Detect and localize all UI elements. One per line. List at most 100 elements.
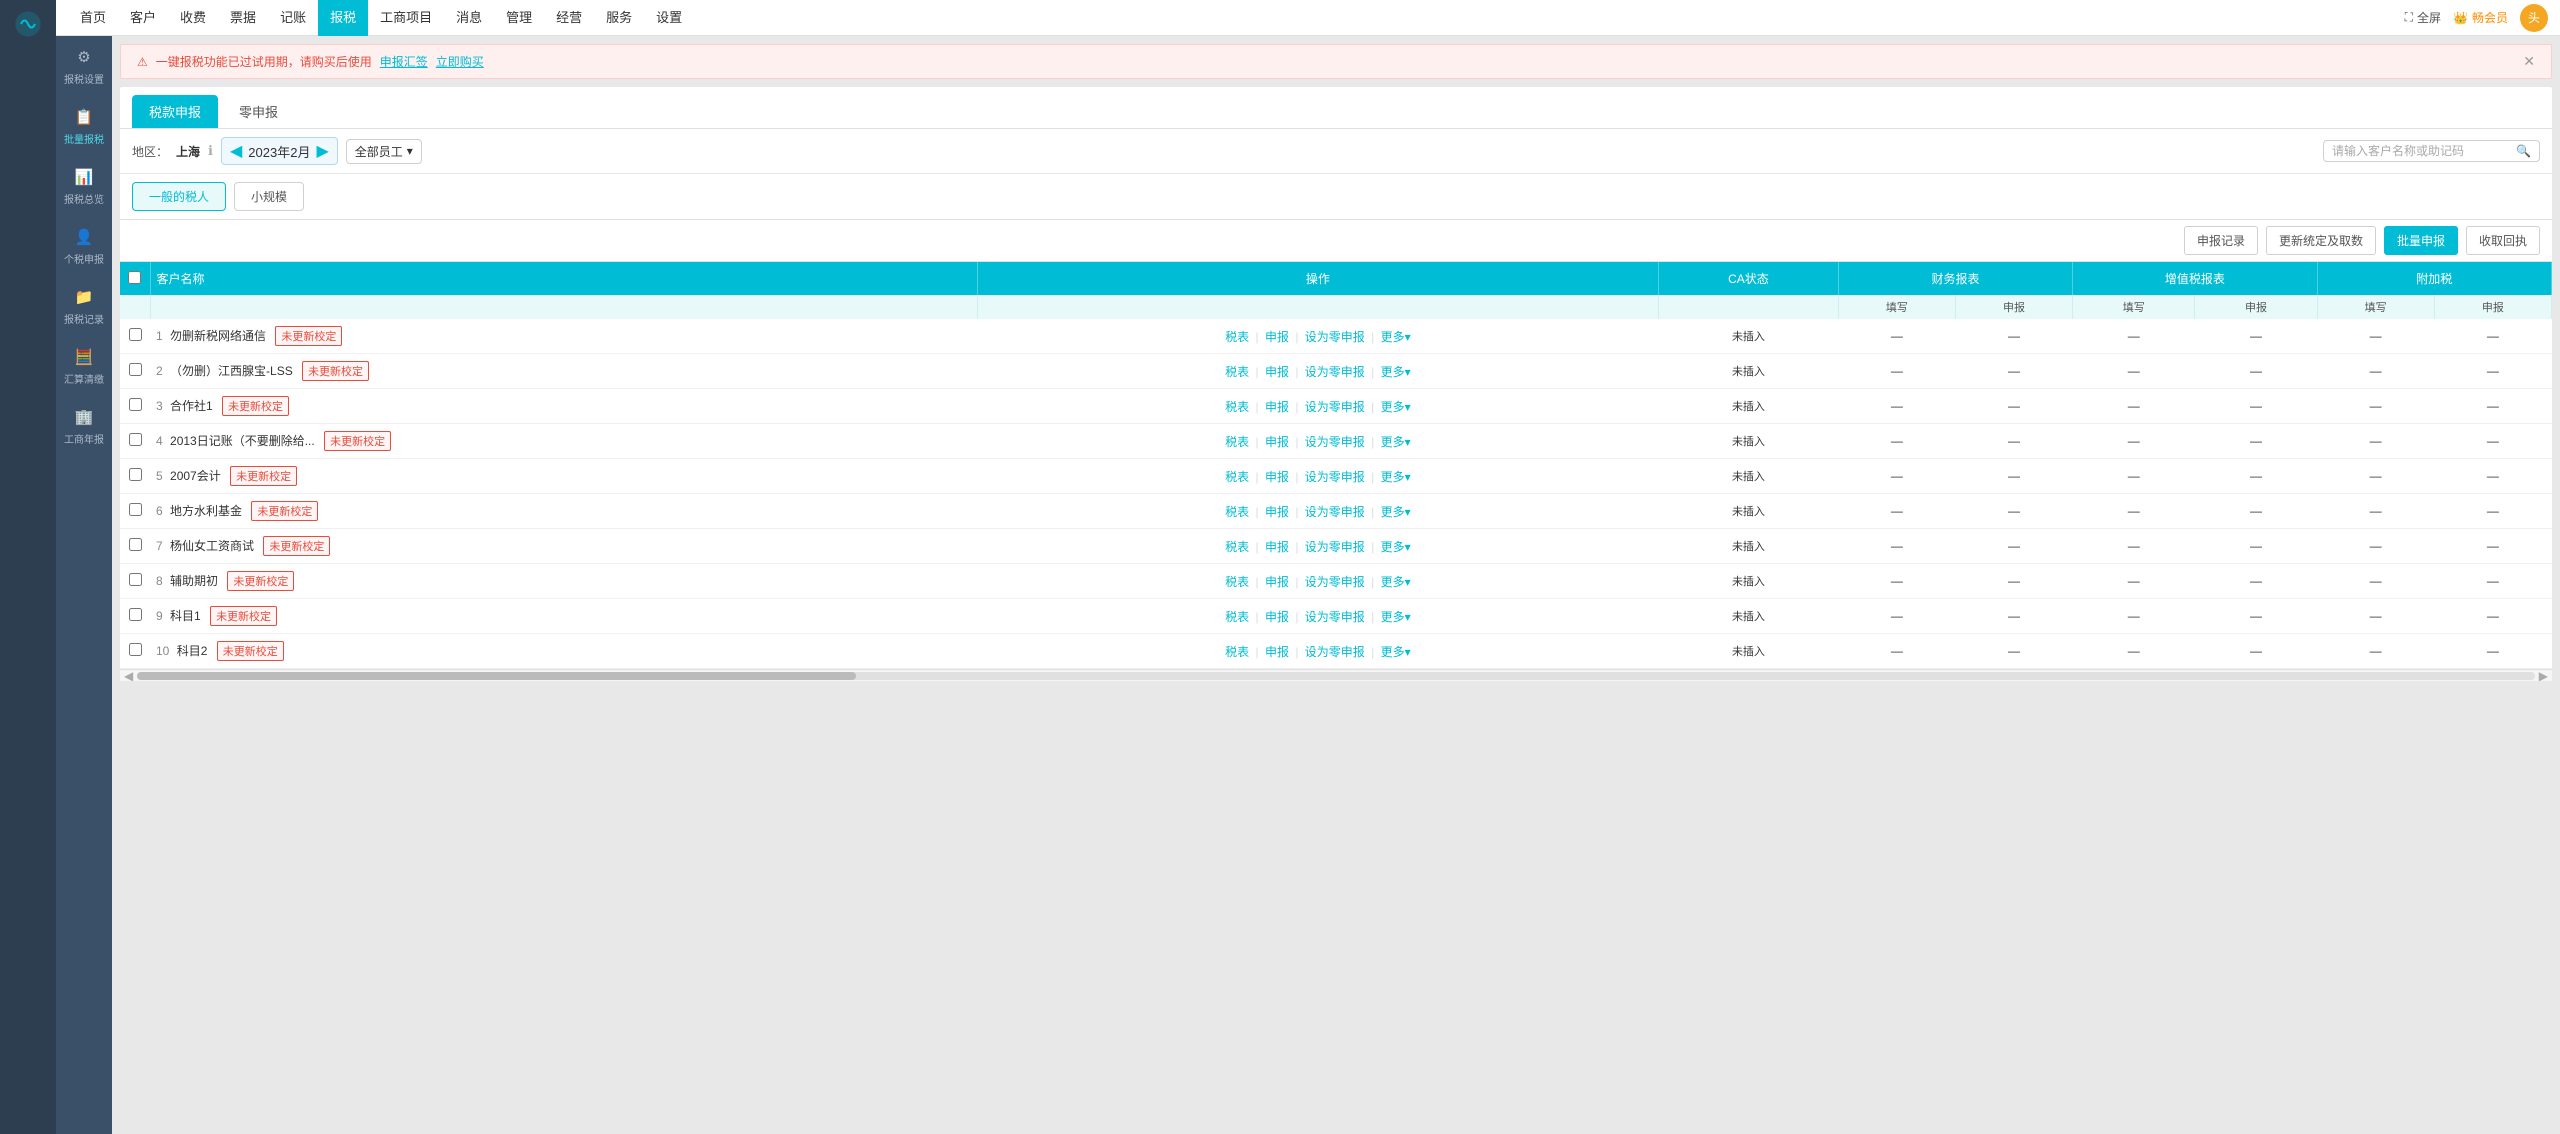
row-op-more-4[interactable]: 更多▾	[1378, 470, 1414, 484]
row-checkbox-8[interactable]	[129, 608, 142, 621]
second-sidebar-settlement[interactable]: 🧮 汇算清缴	[56, 336, 112, 396]
row-op-zero-6[interactable]: 设为零申报	[1302, 540, 1368, 554]
row-op-declare-2[interactable]: 申报	[1262, 400, 1292, 414]
nav-settings[interactable]: 设置	[644, 0, 694, 36]
row-op-declare-0[interactable]: 申报	[1262, 330, 1292, 344]
nav-manage[interactable]: 管理	[494, 0, 544, 36]
row-checkbox-2[interactable]	[129, 398, 142, 411]
nav-tax[interactable]: 报税	[318, 0, 368, 36]
row-op-more-6[interactable]: 更多▾	[1378, 540, 1414, 554]
row-op-declare-5[interactable]: 申报	[1262, 505, 1292, 519]
nav-message[interactable]: 消息	[444, 0, 494, 36]
nav-home[interactable]: 首页	[68, 0, 118, 36]
row-status-2: 未更新校定	[222, 396, 289, 416]
row-checkbox-6[interactable]	[129, 538, 142, 551]
row-checkbox-4[interactable]	[129, 468, 142, 481]
row-op-tax-1[interactable]: 税表	[1222, 365, 1252, 379]
nav-billing[interactable]: 收费	[168, 0, 218, 36]
controls-row: 地区： 上海 ℹ ◀ 2023年2月 ▶ 全部员工 ▾ 🔍	[120, 129, 2552, 174]
banner-close-button[interactable]: ✕	[2523, 53, 2535, 70]
row-checkbox-1[interactable]	[129, 363, 142, 376]
row-fin-fill-2: —	[1838, 389, 1955, 424]
retrieve-receipt-button[interactable]: 收取回执	[2466, 226, 2540, 255]
second-sidebar-batch-tax[interactable]: 📋 批量报税	[56, 96, 112, 156]
user-avatar[interactable]: 头	[2520, 4, 2548, 32]
fullscreen-btn[interactable]: ⛶ 全屏	[2405, 9, 2441, 26]
staff-select[interactable]: 全部员工 ▾	[346, 139, 422, 164]
type-tab-small[interactable]: 小规模	[234, 182, 304, 211]
nav-service[interactable]: 服务	[594, 0, 644, 36]
row-op-zero-2[interactable]: 设为零申报	[1302, 400, 1368, 414]
nav-bookkeeping[interactable]: 记账	[268, 0, 318, 36]
info-icon[interactable]: ℹ	[208, 143, 213, 159]
scroll-left-arrow[interactable]: ◀	[124, 669, 133, 682]
row-op-more-9[interactable]: 更多▾	[1378, 645, 1414, 659]
declare-record-button[interactable]: 申报记录	[2184, 226, 2258, 255]
second-sidebar-tax-record[interactable]: 📁 报税记录	[56, 276, 112, 336]
row-op-zero-5[interactable]: 设为零申报	[1302, 505, 1368, 519]
select-all-checkbox[interactable]	[128, 271, 141, 284]
row-op-more-8[interactable]: 更多▾	[1378, 610, 1414, 624]
banner-link-report[interactable]: 申报汇签	[380, 53, 428, 70]
member-button[interactable]: 👑 畅会员	[2453, 9, 2508, 26]
scroll-right-arrow[interactable]: ▶	[2539, 669, 2548, 682]
row-checkbox-5[interactable]	[129, 503, 142, 516]
nav-customer[interactable]: 客户	[118, 0, 168, 36]
row-op-zero-8[interactable]: 设为零申报	[1302, 610, 1368, 624]
nav-business[interactable]: 工商项目	[368, 0, 444, 36]
second-sidebar-tax-settings[interactable]: ⚙ 报税设置	[56, 36, 112, 96]
table-row: 4 2013日记账（不要删除给... 未更新校定 税表 | 申报 | 设为零申报…	[120, 424, 2552, 459]
row-op-zero-9[interactable]: 设为零申报	[1302, 645, 1368, 659]
row-checkbox-3[interactable]	[129, 433, 142, 446]
banner-link-buy[interactable]: 立即购买	[436, 53, 484, 70]
row-op-more-1[interactable]: 更多▾	[1378, 365, 1414, 379]
search-icon[interactable]: 🔍	[2516, 144, 2531, 158]
row-op-tax-6[interactable]: 税表	[1222, 540, 1252, 554]
row-op-tax-4[interactable]: 税表	[1222, 470, 1252, 484]
row-op-tax-8[interactable]: 税表	[1222, 610, 1252, 624]
row-op-more-2[interactable]: 更多▾	[1378, 400, 1414, 414]
row-op-declare-3[interactable]: 申报	[1262, 435, 1292, 449]
nav-operation[interactable]: 经营	[544, 0, 594, 36]
row-checkbox-7[interactable]	[129, 573, 142, 586]
row-op-declare-8[interactable]: 申报	[1262, 610, 1292, 624]
batch-declare-button[interactable]: 批量申报	[2384, 226, 2458, 255]
row-op-zero-4[interactable]: 设为零申报	[1302, 470, 1368, 484]
row-op-zero-7[interactable]: 设为零申报	[1302, 575, 1368, 589]
second-sidebar-tax-overview[interactable]: 📊 报税总览	[56, 156, 112, 216]
row-op-tax-2[interactable]: 税表	[1222, 400, 1252, 414]
row-op-more-3[interactable]: 更多▾	[1378, 435, 1414, 449]
row-op-zero-1[interactable]: 设为零申报	[1302, 365, 1368, 379]
row-op-tax-0[interactable]: 税表	[1222, 330, 1252, 344]
row-op-tax-3[interactable]: 税表	[1222, 435, 1252, 449]
row-op-declare-4[interactable]: 申报	[1262, 470, 1292, 484]
second-sidebar-individual-tax[interactable]: 👤 个税申报	[56, 216, 112, 276]
table-row: 8 辅助期初 未更新校定 税表 | 申报 | 设为零申报 | 更多▾ 未插入 —…	[120, 564, 2552, 599]
row-op-tax-5[interactable]: 税表	[1222, 505, 1252, 519]
nav-invoice[interactable]: 票据	[218, 0, 268, 36]
type-tab-general[interactable]: 一般的税人	[132, 182, 226, 211]
search-input[interactable]	[2332, 144, 2512, 158]
row-op-tax-7[interactable]: 税表	[1222, 575, 1252, 589]
tab-tax-declare[interactable]: 税款申报	[132, 95, 218, 128]
row-name-7: 辅助期初	[170, 574, 218, 588]
second-sidebar-annual-report[interactable]: 🏢 工商年报	[56, 396, 112, 456]
update-collect-button[interactable]: 更新统定及取数	[2266, 226, 2376, 255]
row-op-more-7[interactable]: 更多▾	[1378, 575, 1414, 589]
row-op-declare-1[interactable]: 申报	[1262, 365, 1292, 379]
row-op-declare-9[interactable]: 申报	[1262, 645, 1292, 659]
prev-month-button[interactable]: ◀	[230, 141, 242, 161]
horizontal-scrollbar[interactable]: ◀ ▶	[120, 669, 2552, 681]
row-checkbox-0[interactable]	[129, 328, 142, 341]
row-op-declare-6[interactable]: 申报	[1262, 540, 1292, 554]
row-op-tax-9[interactable]: 税表	[1222, 645, 1252, 659]
row-op-zero-3[interactable]: 设为零申报	[1302, 435, 1368, 449]
row-checkbox-9[interactable]	[129, 643, 142, 656]
tab-zero-declare[interactable]: 零申报	[222, 95, 295, 128]
row-op-more-0[interactable]: 更多▾	[1378, 330, 1414, 344]
row-op-more-5[interactable]: 更多▾	[1378, 505, 1414, 519]
table-row: 9 科目1 未更新校定 税表 | 申报 | 设为零申报 | 更多▾ 未插入 — …	[120, 599, 2552, 634]
row-op-zero-0[interactable]: 设为零申报	[1302, 330, 1368, 344]
row-op-declare-7[interactable]: 申报	[1262, 575, 1292, 589]
next-month-button[interactable]: ▶	[316, 141, 328, 161]
